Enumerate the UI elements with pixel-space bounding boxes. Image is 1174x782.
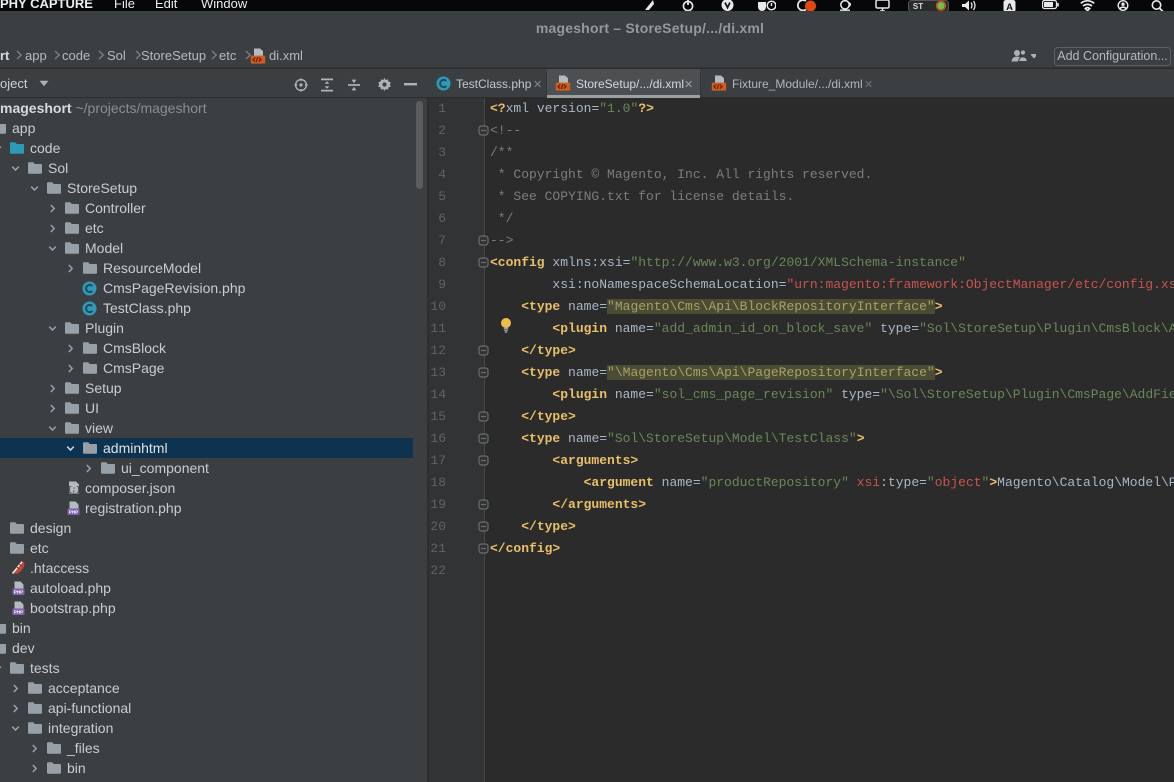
svg-text:PHP: PHP [69,510,78,515]
svg-text:ST: ST [913,2,923,11]
svg-text:PHP: PHP [14,590,23,595]
svg-text:A: A [1006,2,1013,11]
svg-text:PHP: PHP [14,610,23,615]
svg-text:{;}: {;} [68,487,81,495]
